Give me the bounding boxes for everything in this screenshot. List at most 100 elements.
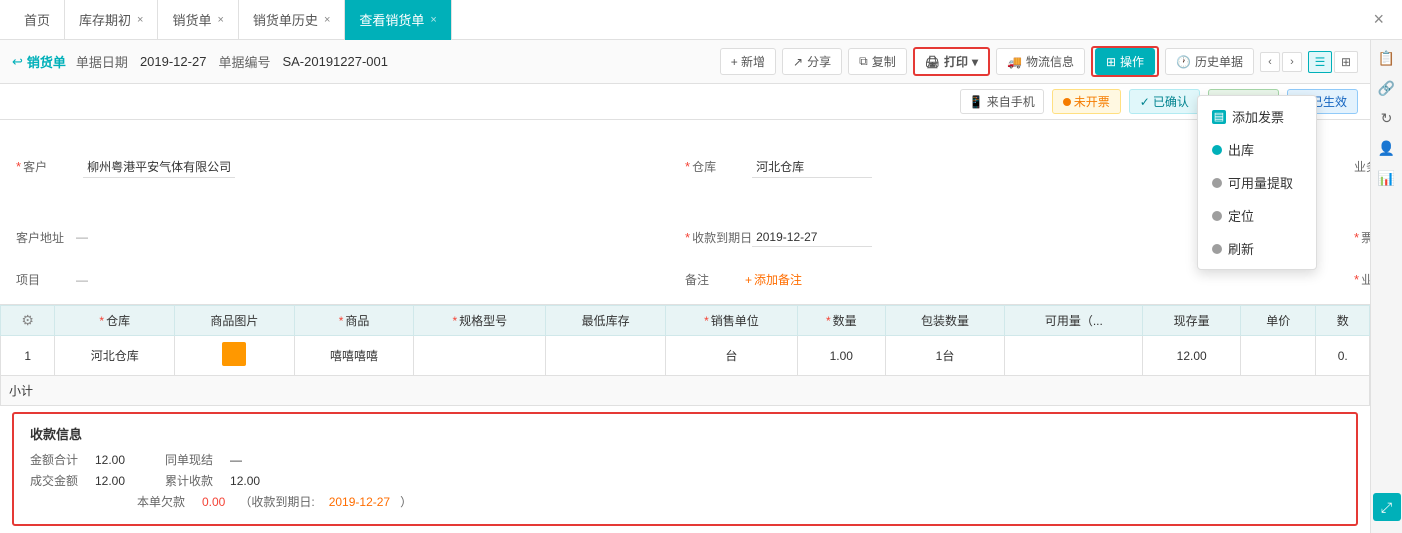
table-header-row: ⚙ *仓库 商品图片 *商品 *规格型号 最低库存 *销售单位 *数量 包装数量… xyxy=(1,306,1370,336)
cell-warehouse: 河北仓库 xyxy=(55,336,175,376)
logistics-button[interactable]: 🚚 物流信息 xyxy=(996,48,1085,75)
cell-available xyxy=(1005,336,1143,376)
print-button[interactable]: 🖨 打印 ▾ xyxy=(913,47,990,76)
cell-pack-qty: 1台 xyxy=(885,336,1005,376)
cell-other: 0. xyxy=(1316,336,1370,376)
print-icon: 🖨 xyxy=(925,55,940,69)
col-min-stock: 最低库存 xyxy=(546,306,666,336)
form-row-1: * 客户 柳州粤港平安气体有限公司 * 仓库 河北仓库 业务员 演示账号 xyxy=(16,130,1354,203)
right-tool-btn-1[interactable]: 📋 xyxy=(1373,44,1401,72)
tab-home[interactable]: 首页 xyxy=(10,0,65,40)
tab-view-sales-close[interactable]: × xyxy=(430,14,436,26)
operations-button[interactable]: ⊞ 操作 xyxy=(1095,48,1155,75)
doc-header: ↩ 销货单 单据日期 2019-12-27 单据编号 SA-20191227-0… xyxy=(0,40,1370,84)
note-field: 备注 + 添加备注 xyxy=(685,271,1354,288)
gear-icon: ⚙ xyxy=(21,312,34,328)
tab-inventory-init-close[interactable]: × xyxy=(137,14,143,26)
subtotal-label: 小计 xyxy=(1,376,1370,406)
list-view-button[interactable]: ☰ xyxy=(1308,51,1332,73)
check-icon: ✓ xyxy=(1140,95,1150,109)
doc-meta: 单据日期 2019-12-27 单据编号 SA-20191227-001 xyxy=(76,52,388,71)
due-amount-value: 0.00 xyxy=(202,495,225,509)
cell-index: 1 xyxy=(1,336,55,376)
due-date-value: 2019-12-27 xyxy=(329,495,390,509)
tab-sales-order-close[interactable]: × xyxy=(217,14,223,26)
prev-doc-button[interactable]: ‹ xyxy=(1260,52,1280,72)
cell-min-stock xyxy=(546,336,666,376)
col-pack-qty: 包装数量 xyxy=(885,306,1005,336)
share-button[interactable]: ↗ 分享 xyxy=(782,48,842,75)
operations-highlight-box: ⊞ 操作 xyxy=(1091,46,1159,77)
tab-view-sales[interactable]: 查看销货单 × xyxy=(345,0,451,40)
cell-spec xyxy=(414,336,546,376)
right-tool-btn-3[interactable]: ↻ xyxy=(1373,104,1401,132)
col-gear[interactable]: ⚙ xyxy=(1,306,55,336)
locate-item[interactable]: 定位 xyxy=(1198,199,1316,232)
col-warehouse: *仓库 xyxy=(55,306,175,336)
col-available: 可用量（... xyxy=(1005,306,1143,336)
tab-nav-arrows: ‹ › xyxy=(1260,52,1302,72)
address-field: 客户地址 — xyxy=(16,229,685,246)
history-button[interactable]: 🕐 历史单据 xyxy=(1165,48,1254,75)
outbound-icon xyxy=(1212,145,1222,155)
col-spec: *规格型号 xyxy=(414,306,546,336)
new-button[interactable]: + 新增 xyxy=(720,48,776,75)
right-toolbar: 📋 🔗 ↻ 👤 📊 ⤢ xyxy=(1370,40,1402,533)
copy-button[interactable]: ⧉ 复制 xyxy=(848,48,907,75)
same-order-value: — xyxy=(230,453,242,467)
next-doc-button[interactable]: › xyxy=(1282,52,1302,72)
col-product-img: 商品图片 xyxy=(175,306,295,336)
print-dropdown-arrow: ▾ xyxy=(972,55,978,69)
right-tool-btn-6[interactable]: ⤢ xyxy=(1373,493,1401,521)
payment-info-section: 收款信息 金额合计 12.00 同单现结 — 成交金额 12.00 累计收款 1… xyxy=(30,424,1340,514)
table-container: ⚙ *仓库 商品图片 *商品 *规格型号 最低库存 *销售单位 *数量 包装数量… xyxy=(0,305,1370,406)
share-icon: ↗ xyxy=(793,55,803,69)
tab-sales-history[interactable]: 销货单历史 × xyxy=(239,0,345,40)
tab-bar-right: × xyxy=(1365,9,1392,30)
available-qty-item[interactable]: 可用量提取 xyxy=(1198,166,1316,199)
tab-sales-history-close[interactable]: × xyxy=(324,14,330,26)
dot-icon xyxy=(1063,98,1071,106)
due-note: （收款到期日: xyxy=(239,493,314,510)
col-quantity: *数量 xyxy=(797,306,885,336)
tab-sales-order[interactable]: 销货单 × xyxy=(158,0,238,40)
bottom-panel: 收款信息 金额合计 12.00 同单现结 — 成交金额 12.00 累计收款 1… xyxy=(12,412,1358,526)
cumulative-label: 累计收款 xyxy=(165,472,220,489)
locate-icon xyxy=(1212,211,1222,221)
table-row: 1 河北仓库 嘻嘻嘻嘻 台 1.00 1台 12.00 xyxy=(1,336,1370,376)
amount-total-value: 12.00 xyxy=(95,453,125,467)
right-tool-btn-5[interactable]: 📊 xyxy=(1373,164,1401,192)
subtotal-row: 小计 xyxy=(1,376,1370,406)
deal-amount-row: 成交金额 12.00 累计收款 12.00 xyxy=(30,472,1340,489)
window-close-button[interactable]: × xyxy=(1365,9,1392,30)
doc-header-actions: + 新增 ↗ 分享 ⧉ 复制 🖨 打印 ▾ 🚚 物流信息 xyxy=(720,46,1358,77)
due-amount-label: 本单欠款 xyxy=(137,493,192,510)
cell-quantity: 1.00 xyxy=(797,336,885,376)
document-container: ↩ 销货单 单据日期 2019-12-27 单据编号 SA-20191227-0… xyxy=(0,40,1370,533)
grid-view-button[interactable]: ⊞ xyxy=(1334,51,1358,73)
col-other: 数 xyxy=(1316,306,1370,336)
add-invoice-item[interactable]: ▤ 添加发票 xyxy=(1198,100,1316,133)
tab-bar: 首页 库存期初 × 销货单 × 销货单历史 × 查看销货单 × × xyxy=(0,0,1402,40)
amount-total-label: 金额合计 xyxy=(30,451,85,468)
refresh-item[interactable]: 刷新 xyxy=(1198,232,1316,265)
confirm-badge: ✓ 已确认 xyxy=(1129,89,1200,114)
sales-table: ⚙ *仓库 商品图片 *商品 *规格型号 最低库存 *销售单位 *数量 包装数量… xyxy=(0,305,1370,406)
payment-info-title: 收款信息 xyxy=(30,424,1340,443)
tab-inventory-init[interactable]: 库存期初 × xyxy=(65,0,158,40)
deal-amount-value: 12.00 xyxy=(95,474,125,488)
form-row-2: 客户地址 — * 收款到期日 2019-12-27 * 票据类型 不开票 xyxy=(16,209,1354,265)
add-note-button[interactable]: + 添加备注 xyxy=(745,271,802,288)
outbound-item[interactable]: 出库 xyxy=(1198,133,1316,166)
right-tool-btn-4[interactable]: 👤 xyxy=(1373,134,1401,162)
operations-dropdown: ▤ 添加发票 出库 可用量提取 定位 刷新 xyxy=(1197,95,1317,270)
grid-icon: ⊞ xyxy=(1106,55,1116,69)
available-qty-icon xyxy=(1212,178,1222,188)
due-amount-row: 本单欠款 0.00 （收款到期日: 2019-12-27 ） xyxy=(30,493,1340,510)
col-unit: *销售单位 xyxy=(665,306,797,336)
col-price: 单价 xyxy=(1240,306,1315,336)
from-phone-button[interactable]: 📱 来自手机 xyxy=(960,89,1044,114)
right-tool-btn-2[interactable]: 🔗 xyxy=(1373,74,1401,102)
product-thumbnail xyxy=(222,342,246,366)
phone-icon: 📱 xyxy=(969,95,984,109)
